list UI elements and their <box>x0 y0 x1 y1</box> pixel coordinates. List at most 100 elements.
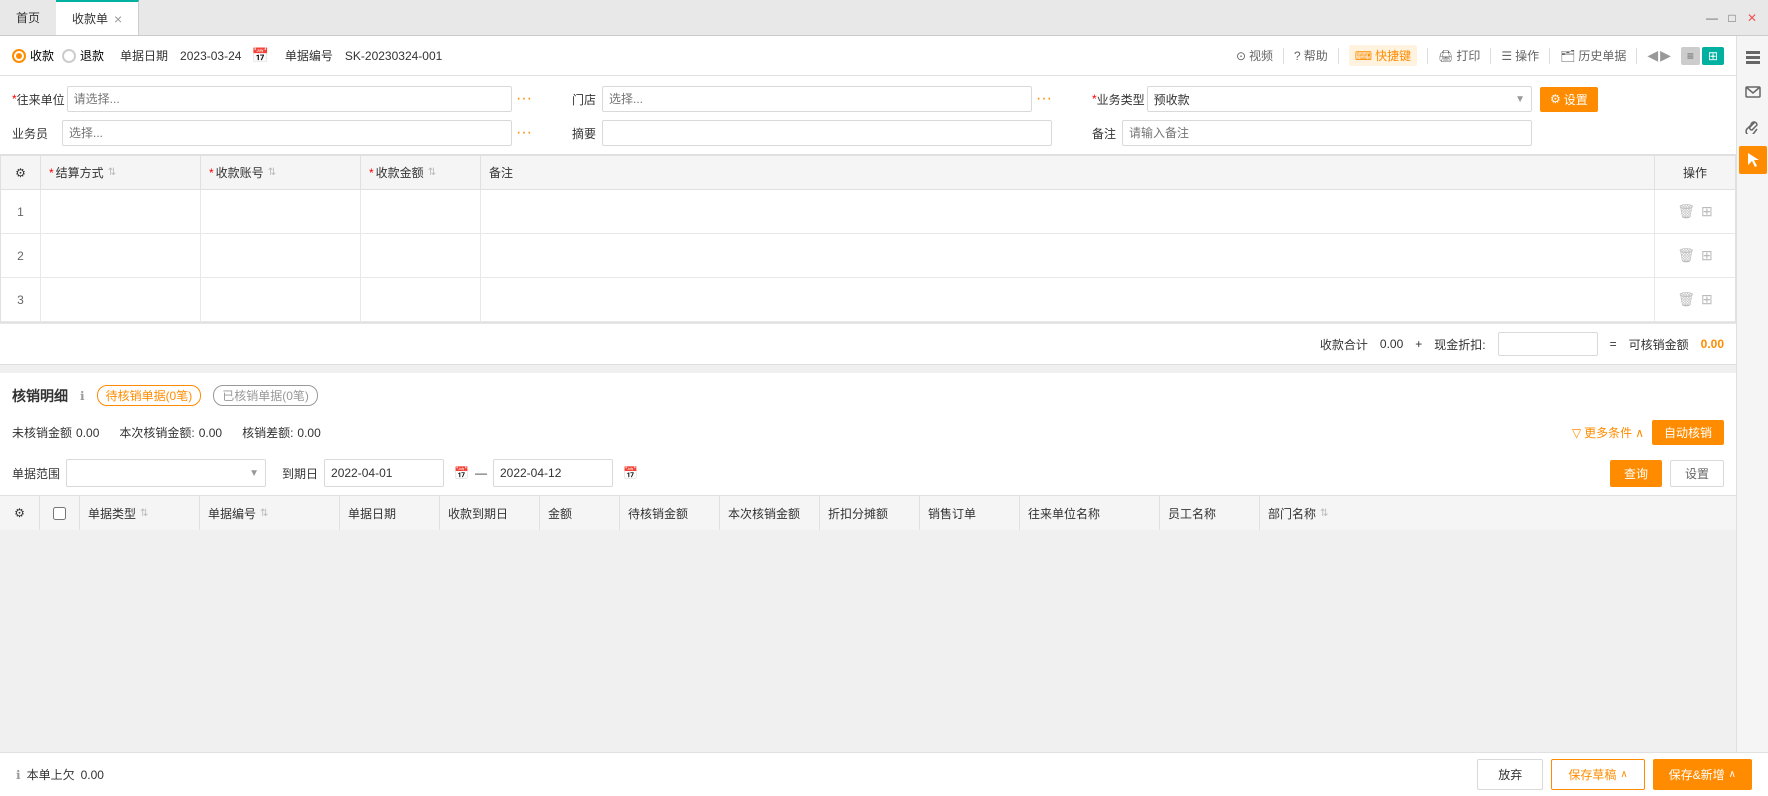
range-select[interactable]: ▼ <box>66 459 266 487</box>
th-gear[interactable]: ⚙ <box>1 156 41 189</box>
calendar-to-icon[interactable]: 📅 <box>623 466 638 480</box>
store-input[interactable] <box>602 86 1032 112</box>
td-settle-input-2[interactable] <box>49 243 192 269</box>
staff-more-icon[interactable]: ··· <box>516 124 532 142</box>
delete-row-3-icon[interactable]: 🗑 <box>1677 291 1695 308</box>
td-remark-2[interactable] <box>481 234 1655 277</box>
sidebar-email-icon[interactable] <box>1739 78 1767 106</box>
staff-input[interactable] <box>62 120 512 146</box>
sort-account-icon[interactable]: ⇅ <box>268 167 276 178</box>
td-settle-input-3[interactable] <box>49 287 192 313</box>
tab-close-icon[interactable]: × <box>114 11 122 27</box>
sidebar-clip-icon[interactable] <box>1739 112 1767 140</box>
pending-tag[interactable]: 待核销单据(0笔) <box>97 385 202 406</box>
bth-staff: 员工名称 <box>1160 496 1260 530</box>
td-index-3: 3 <box>1 278 41 321</box>
td-remark-input-1[interactable] <box>489 199 1646 225</box>
date-separator: — <box>475 466 487 480</box>
select-all-checkbox[interactable] <box>53 507 66 520</box>
sort-amount-icon[interactable]: ⇅ <box>428 167 436 178</box>
td-account-3[interactable] <box>201 278 361 321</box>
maximize-button[interactable]: □ <box>1724 10 1740 26</box>
stat-unverified: 未核销金额 0.00 <box>12 424 99 441</box>
sort-settle-icon[interactable]: ⇅ <box>108 167 116 178</box>
td-remark-input-3[interactable] <box>489 287 1646 313</box>
close-button[interactable]: ✕ <box>1744 10 1760 26</box>
video-btn[interactable]: ⊙视频 <box>1236 47 1273 64</box>
biz-select[interactable]: 预收款 ▼ <box>1147 86 1532 112</box>
date-from-input[interactable] <box>324 459 444 487</box>
td-amount-input-1[interactable] <box>369 199 472 225</box>
verify-info-icon[interactable]: ℹ <box>80 389 85 403</box>
td-account-input-2[interactable] <box>209 243 352 269</box>
tab-active[interactable]: 收款单 × <box>56 0 139 35</box>
radio-shouquan-label: 收款 <box>30 47 54 64</box>
num-label: 单据编号 <box>285 47 333 64</box>
radio-shouquan[interactable]: 收款 <box>12 47 54 64</box>
td-account-input-3[interactable] <box>209 287 352 313</box>
list-view-btn[interactable]: ≡ <box>1681 47 1700 65</box>
discount-input[interactable] <box>1498 332 1598 356</box>
td-account-1[interactable] <box>201 190 361 233</box>
sidebar-table-icon[interactable] <box>1739 44 1767 72</box>
calendar-icon[interactable]: 📅 <box>251 47 268 64</box>
td-remark-3[interactable] <box>481 278 1655 321</box>
done-tag[interactable]: 已核销单据(0笔) <box>213 385 318 406</box>
sort-dept-icon[interactable]: ⇅ <box>1320 508 1328 519</box>
print-btn[interactable]: 🖨打印 <box>1438 47 1480 64</box>
more-conditions-btn[interactable]: ▽ 更多条件 ∧ <box>1572 424 1644 441</box>
td-amount-input-2[interactable] <box>369 243 472 269</box>
td-settle-input-1[interactable] <box>49 199 192 225</box>
sort-num-icon[interactable]: ⇅ <box>260 508 268 519</box>
operate-btn[interactable]: ☰操作 <box>1501 47 1539 64</box>
td-amount-input-3[interactable] <box>369 287 472 313</box>
shortcut-btn[interactable]: ⌨快捷键 <box>1349 45 1417 66</box>
save-new-button[interactable]: 保存&新增 ∧ <box>1653 759 1752 790</box>
summary-field: 摘要 <box>572 120 1052 146</box>
from-label: 往来单位 <box>17 91 67 108</box>
form-row-1: * 往来单位 ··· 门店 ··· * 业务类型 预收款 ▼ ⚙ 设置 <box>12 86 1724 112</box>
from-input[interactable] <box>67 86 512 112</box>
date-to-input[interactable] <box>493 459 613 487</box>
nav-next-icon[interactable]: ▶ <box>1660 47 1671 64</box>
td-remark-input-2[interactable] <box>489 243 1646 269</box>
radio-tuikuan[interactable]: 退款 <box>62 47 104 64</box>
diff-value: 0.00 <box>297 426 320 440</box>
bth-check[interactable] <box>40 496 80 530</box>
settings-button[interactable]: ⚙ 设置 <box>1540 87 1598 112</box>
summary-input[interactable] <box>602 120 1052 146</box>
delete-row-1-icon[interactable]: 🗑 <box>1677 203 1695 220</box>
td-account-input-1[interactable] <box>209 199 352 225</box>
minimize-button[interactable]: — <box>1704 10 1720 26</box>
calendar-from-icon[interactable]: 📅 <box>454 466 469 480</box>
from-more-icon[interactable]: ··· <box>516 90 532 108</box>
td-settle-1[interactable] <box>41 190 201 233</box>
td-amount-1[interactable] <box>361 190 481 233</box>
td-settle-2[interactable] <box>41 234 201 277</box>
save-draft-button[interactable]: 保存草稿 ∧ <box>1551 759 1644 790</box>
td-settle-3[interactable] <box>41 278 201 321</box>
store-more-icon[interactable]: ··· <box>1036 90 1052 108</box>
td-remark-1[interactable] <box>481 190 1655 233</box>
bth-gear[interactable]: ⚙ <box>0 496 40 530</box>
delete-row-2-icon[interactable]: 🗑 <box>1677 247 1695 264</box>
query-button[interactable]: 查询 <box>1610 460 1662 487</box>
copy-row-1-icon[interactable]: ⊞ <box>1701 203 1713 220</box>
copy-row-3-icon[interactable]: ⊞ <box>1701 291 1713 308</box>
filter-setting-button[interactable]: 设置 <box>1670 460 1724 487</box>
abandon-button[interactable]: 放弃 <box>1477 759 1543 790</box>
grid-view-btn[interactable]: ⊞ <box>1702 47 1724 65</box>
td-amount-3[interactable] <box>361 278 481 321</box>
td-amount-2[interactable] <box>361 234 481 277</box>
tab-home[interactable]: 首页 <box>0 0 56 35</box>
help-btn[interactable]: ?帮助 <box>1294 47 1328 64</box>
nav-prev-icon[interactable]: ◀ <box>1647 47 1658 64</box>
history-btn[interactable]: 🗂历史单据 <box>1560 47 1626 64</box>
note-input[interactable] <box>1122 120 1532 146</box>
sort-type-icon[interactable]: ⇅ <box>140 508 148 519</box>
footer-info-icon[interactable]: ℹ <box>16 768 21 782</box>
sidebar-cursor-icon[interactable] <box>1739 146 1767 174</box>
auto-verify-button[interactable]: 自动核销 <box>1652 420 1724 445</box>
td-account-2[interactable] <box>201 234 361 277</box>
copy-row-2-icon[interactable]: ⊞ <box>1701 247 1713 264</box>
